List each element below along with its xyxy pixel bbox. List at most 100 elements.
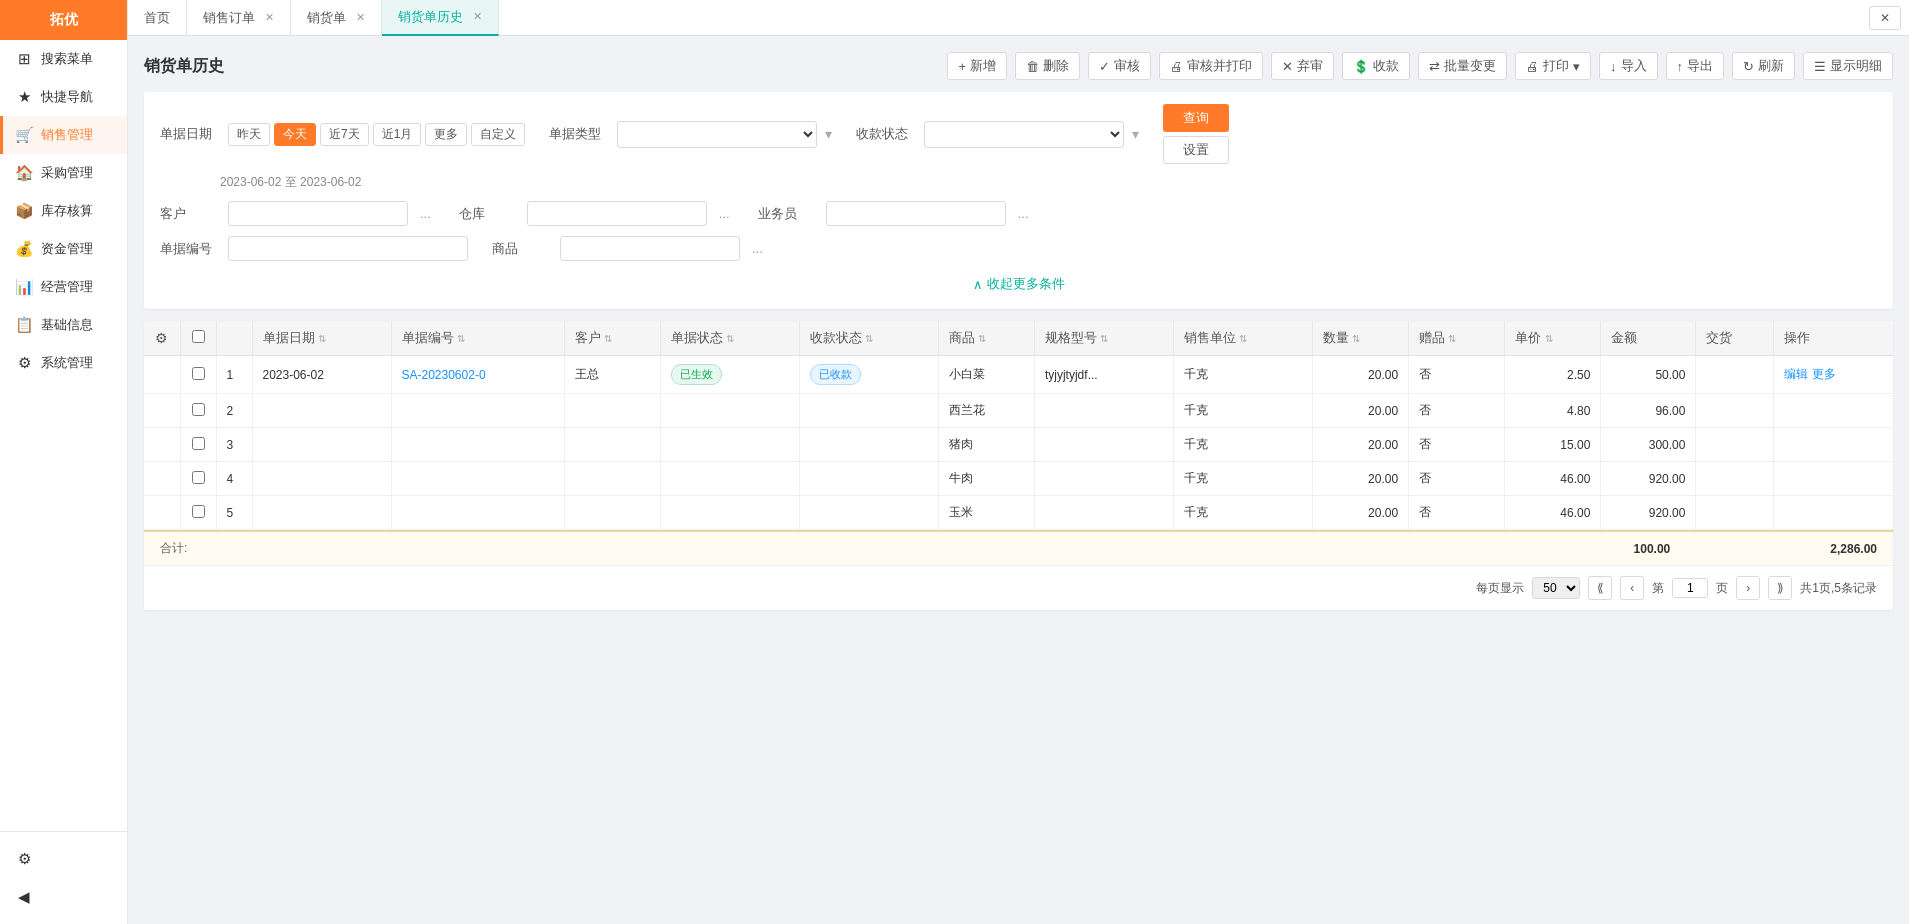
customer-column-header[interactable]: 客户 ⇅ <box>564 321 660 356</box>
add-label: 新增 <box>970 57 996 75</box>
filter-setting-button[interactable]: 设置 <box>1163 136 1229 164</box>
print-button[interactable]: 🖨打印 ▾ <box>1515 52 1591 80</box>
row-checkbox-0[interactable] <box>192 367 205 380</box>
warehouse-input[interactable] <box>527 201 707 226</box>
edit-action[interactable]: 编辑 <box>1784 366 1808 383</box>
goods-cell: 玉米 <box>938 496 1034 530</box>
settings-cell <box>144 356 180 394</box>
collect-button[interactable]: 💲收款 <box>1342 52 1410 80</box>
tab-sales-goods[interactable]: 销货单✕ <box>291 0 382 36</box>
date-btn-custom[interactable]: 自定义 <box>471 123 525 146</box>
search-button[interactable]: 查询 <box>1163 104 1229 132</box>
doc-no-cell[interactable] <box>391 496 564 530</box>
sidebar-item-sales-mgmt[interactable]: 🛒销售管理 <box>0 116 127 154</box>
customer-input[interactable] <box>228 201 408 226</box>
salesperson-ellipsis[interactable]: ... <box>1014 206 1033 221</box>
doc-no-cell[interactable]: SA-20230602-0 <box>391 356 564 394</box>
gift-column-header[interactable]: 赠品 ⇅ <box>1409 321 1505 356</box>
sidebar-item-inventory[interactable]: 📦库存核算 <box>0 192 127 230</box>
row-checkbox-2[interactable] <box>192 437 205 450</box>
audit-print-button[interactable]: 🖨审核并打印 <box>1159 52 1263 80</box>
sidebar-item-finance[interactable]: 💰资金管理 <box>0 230 127 268</box>
doc-no-cell[interactable] <box>391 462 564 496</box>
last-page-button[interactable]: ⟫ <box>1768 576 1792 600</box>
salesperson-input[interactable] <box>826 201 1006 226</box>
sidebar-item-sys-mgmt[interactable]: ⚙系统管理 <box>0 344 127 382</box>
price-column-header[interactable]: 单价 ⇅ <box>1505 321 1601 356</box>
prev-page-button[interactable]: ‹ <box>1620 576 1644 600</box>
doc-no-input[interactable] <box>228 236 468 261</box>
settings-icon[interactable]: ⚙ <box>154 330 170 346</box>
goods-ellipsis[interactable]: ... <box>748 241 767 256</box>
batch-change-button[interactable]: ⇄批量变更 <box>1418 52 1507 80</box>
close-window-button[interactable]: ✕ <box>1869 6 1901 30</box>
delete-button[interactable]: 🗑删除 <box>1015 52 1080 80</box>
tab-home[interactable]: 首页 <box>128 0 187 36</box>
sidebar-label-quick-nav: 快捷导航 <box>41 88 93 106</box>
sidebar-item-quick-nav[interactable]: ★快捷导航 <box>0 78 127 116</box>
customer-ellipsis[interactable]: ... <box>416 206 435 221</box>
sidebar-item-purchase-mgmt[interactable]: 🏠采购管理 <box>0 154 127 192</box>
settings-cell <box>144 428 180 462</box>
doc-status-column-header[interactable]: 单据状态 ⇅ <box>660 321 799 356</box>
collect-status-header-label: 收款状态 <box>810 330 862 345</box>
doc-no-cell[interactable] <box>391 394 564 428</box>
show-detail-button[interactable]: ☰显示明细 <box>1803 52 1893 80</box>
unit-column-header[interactable]: 销售单位 ⇅ <box>1173 321 1312 356</box>
filter-collapse[interactable]: ∧ 收起更多条件 <box>160 271 1877 297</box>
date-btn-more[interactable]: 更多 <box>425 123 467 146</box>
row-checkbox-3[interactable] <box>192 471 205 484</box>
date-btn-1month[interactable]: 近1月 <box>373 123 422 146</box>
sidebar-item-basic-info[interactable]: 📋基础信息 <box>0 306 127 344</box>
goods-column-header[interactable]: 商品 ⇅ <box>938 321 1034 356</box>
add-icon: + <box>958 59 966 74</box>
tab-close-sales-order[interactable]: ✕ <box>265 11 274 24</box>
add-button[interactable]: + 新增 <box>947 52 1007 80</box>
spec-column-header[interactable]: 规格型号 ⇅ <box>1034 321 1173 356</box>
page-number-input[interactable] <box>1672 578 1708 598</box>
row-checkbox-4[interactable] <box>192 505 205 518</box>
audit-button[interactable]: ✓审核 <box>1088 52 1151 80</box>
qty-column-header[interactable]: 数量 ⇅ <box>1312 321 1408 356</box>
warehouse-ellipsis[interactable]: ... <box>715 206 734 221</box>
select-all-checkbox[interactable] <box>192 330 205 343</box>
abandon-button[interactable]: ✕弃审 <box>1271 52 1334 80</box>
more-action[interactable]: 更多 <box>1812 366 1836 383</box>
next-page-button[interactable]: › <box>1736 576 1760 600</box>
sidebar-item-ops[interactable]: 📊经营管理 <box>0 268 127 306</box>
amount-column-header[interactable]: 金额 <box>1601 321 1696 356</box>
tab-sales-history[interactable]: 销货单历史✕ <box>382 0 499 36</box>
tab-close-sales-goods[interactable]: ✕ <box>356 11 365 24</box>
per-page-select[interactable]: 50 <box>1532 577 1580 599</box>
collect-status-cell <box>799 462 938 496</box>
doc-date-column-header[interactable]: 单据日期 ⇅ <box>252 321 391 356</box>
date-btn-yesterday[interactable]: 昨天 <box>228 123 270 146</box>
sidebar-item-search-menu[interactable]: ⊞搜索菜单 <box>0 40 127 78</box>
tab-sales-order[interactable]: 销售订单✕ <box>187 0 291 36</box>
refresh-button[interactable]: ↻刷新 <box>1732 52 1795 80</box>
settings-column-header[interactable]: ⚙ <box>144 321 180 356</box>
doc-type-select[interactable] <box>617 121 817 148</box>
first-page-button[interactable]: ⟪ <box>1588 576 1612 600</box>
export-button[interactable]: ↑导出 <box>1666 52 1725 80</box>
sidebar-item-settings[interactable]: ⚙ <box>0 840 127 878</box>
doc-no-column-header[interactable]: 单据编号 ⇅ <box>391 321 564 356</box>
date-btn-7days[interactable]: 近7天 <box>320 123 369 146</box>
doc-no-cell[interactable] <box>391 428 564 462</box>
table-scroll[interactable]: ⚙ 单据日期 ⇅ 单据编号 <box>144 321 1893 530</box>
gift-header-label: 赠品 <box>1419 330 1445 345</box>
import-button[interactable]: ↓导入 <box>1599 52 1658 80</box>
transaction-column-header[interactable]: 交货 <box>1696 321 1773 356</box>
per-page-label: 每页显示 <box>1476 580 1524 597</box>
collect-status-cell <box>799 394 938 428</box>
collect-status-column-header[interactable]: 收款状态 ⇅ <box>799 321 938 356</box>
row-checkbox-1[interactable] <box>192 403 205 416</box>
tab-close-sales-history[interactable]: ✕ <box>473 10 482 23</box>
spec-cell <box>1034 394 1173 428</box>
sidebar-item-collapse[interactable]: ◀ <box>0 878 127 916</box>
doc-status-header-label: 单据状态 <box>671 330 723 345</box>
goods-input[interactable] <box>560 236 740 261</box>
collect-status-select[interactable] <box>924 121 1124 148</box>
date-btn-today[interactable]: 今天 <box>274 123 316 146</box>
date-range-text: 2023-06-02 至 2023-06-02 <box>220 175 361 189</box>
